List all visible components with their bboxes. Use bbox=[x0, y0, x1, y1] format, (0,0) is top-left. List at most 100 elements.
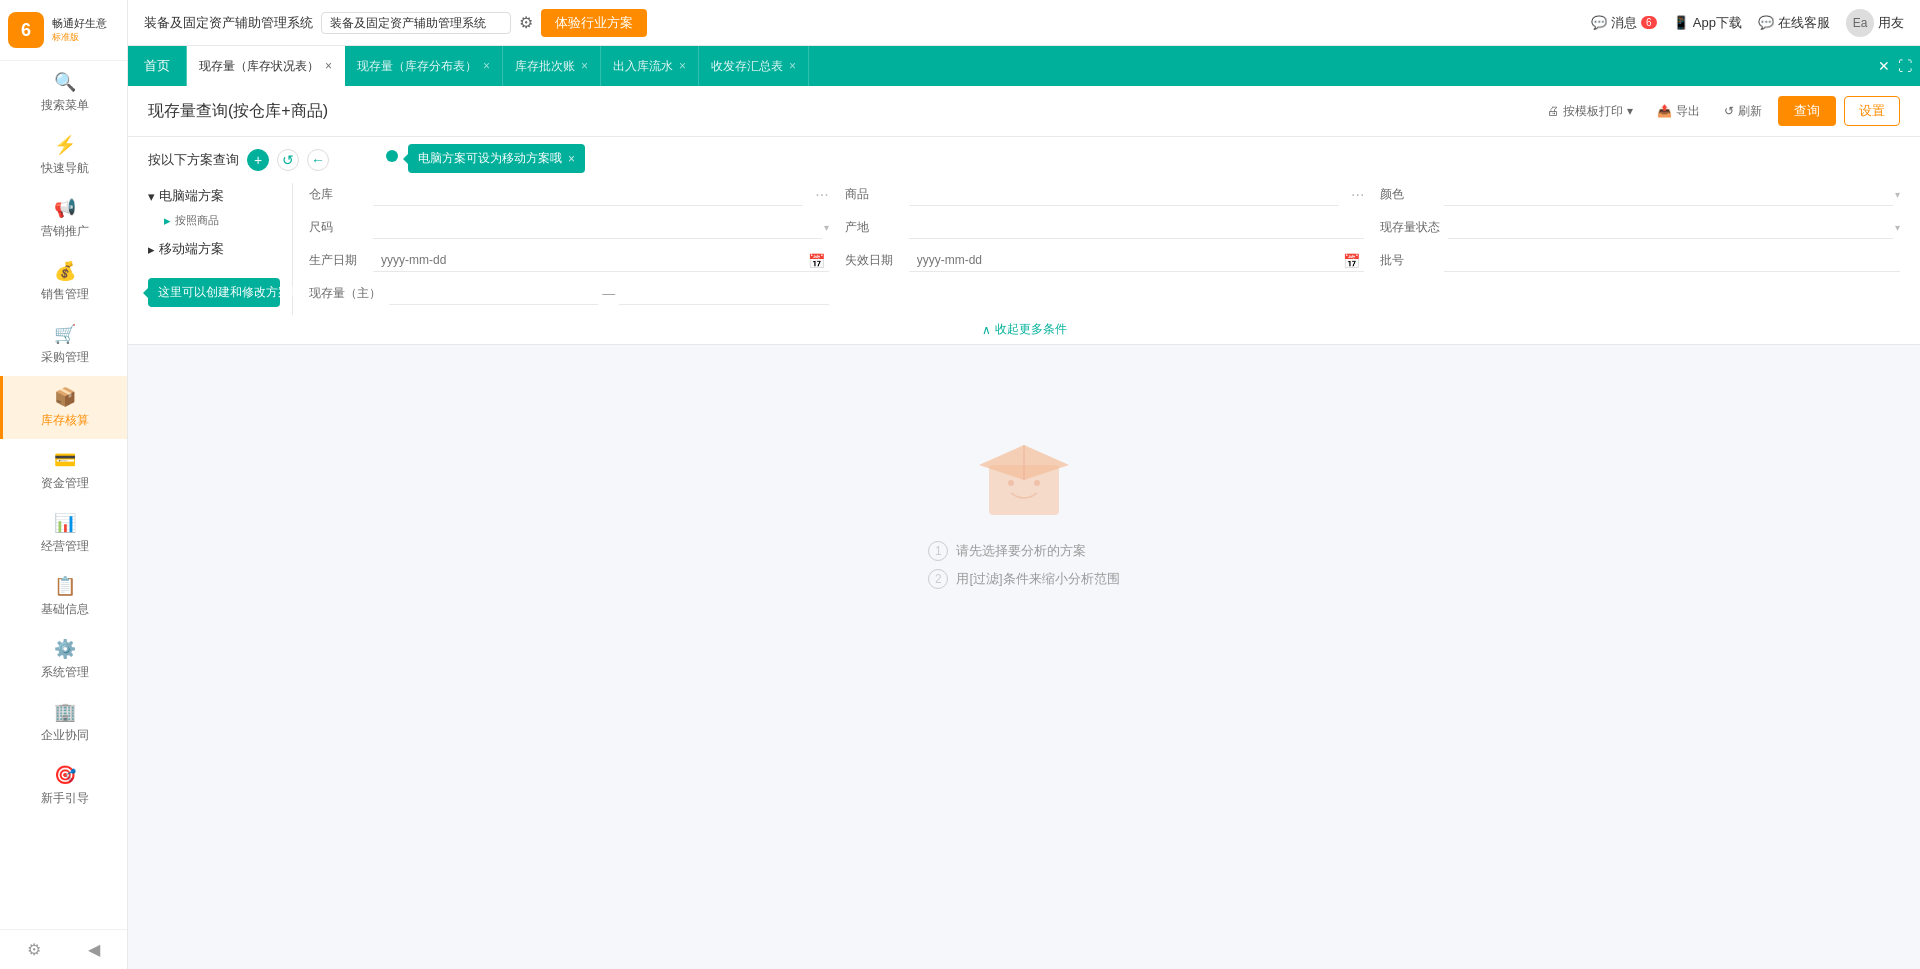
tooltip1-close[interactable]: × bbox=[568, 152, 575, 166]
system-title: 装备及固定资产辅助管理系统 bbox=[144, 14, 313, 32]
expire-date-input[interactable] bbox=[909, 249, 1365, 272]
tab-close-icon[interactable]: × bbox=[325, 59, 332, 73]
stock-qty-from[interactable] bbox=[389, 282, 598, 305]
phone-icon: 📱 bbox=[1673, 15, 1689, 30]
warehouse-input[interactable] bbox=[373, 183, 803, 206]
logo-badge: 标准版 bbox=[52, 31, 107, 44]
tab-close-icon[interactable]: × bbox=[789, 59, 796, 73]
stock-status-arrow[interactable]: ▾ bbox=[1895, 222, 1900, 233]
range-dash: — bbox=[602, 286, 615, 301]
app-download-action[interactable]: 📱 App下载 bbox=[1673, 14, 1742, 32]
tab-close-icon[interactable]: × bbox=[483, 59, 490, 73]
header-settings-icon[interactable]: ⚙ bbox=[519, 13, 533, 32]
tab-maximize-icon[interactable]: ⛶ bbox=[1898, 58, 1912, 74]
add-scheme-button[interactable]: + bbox=[247, 149, 269, 171]
goods-dots-icon[interactable]: ··· bbox=[1351, 186, 1364, 204]
produce-date-input[interactable] bbox=[373, 249, 829, 272]
warehouse-dots-icon[interactable]: ··· bbox=[815, 186, 828, 204]
tab-collect[interactable]: 收发存汇总表 × bbox=[699, 46, 809, 86]
finance-icon: 💳 bbox=[54, 449, 76, 471]
tooltip1-text: 电脑方案可设为移动方案哦 bbox=[418, 150, 562, 167]
tab-label: 收发存汇总表 bbox=[711, 58, 783, 75]
tab-inout[interactable]: 出入库流水 × bbox=[601, 46, 699, 86]
origin-input[interactable] bbox=[909, 216, 1365, 239]
sidebar-item-finance[interactable]: 💳 资金管理 bbox=[0, 439, 127, 502]
sidebar-item-system[interactable]: ⚙️ 系统管理 bbox=[0, 628, 127, 691]
sidebar-item-label: 企业协同 bbox=[41, 727, 89, 744]
desktop-scheme-node[interactable]: ▾ 电脑端方案 bbox=[148, 183, 280, 209]
sidebar-item-enterprise[interactable]: 🏢 企业协同 bbox=[0, 691, 127, 754]
tab-label: 现存量（库存状况表） bbox=[199, 58, 319, 75]
system-select[interactable]: 装备及固定资产辅助管理系统 bbox=[321, 12, 511, 34]
tab-close-icon[interactable]: × bbox=[679, 59, 686, 73]
field-stock-status: 现存量状态 ▾ bbox=[1380, 216, 1900, 239]
refresh-scheme-button[interactable]: ↺ bbox=[277, 149, 299, 171]
desktop-scheme-label: 电脑端方案 bbox=[159, 187, 224, 205]
goods-input[interactable] bbox=[909, 183, 1339, 206]
size-input[interactable] bbox=[373, 216, 822, 239]
sidebar-item-quicknav[interactable]: ⚡ 快速导航 bbox=[0, 124, 127, 187]
sidebar-item-search[interactable]: 🔍 搜索菜单 bbox=[0, 61, 127, 124]
refresh-label: 刷新 bbox=[1738, 103, 1762, 120]
tab-home-label: 首页 bbox=[144, 57, 170, 75]
logo-text: 畅通好生意 bbox=[52, 16, 107, 31]
tab-close-icon[interactable]: × bbox=[581, 59, 588, 73]
online-support-action[interactable]: 💬 在线客服 bbox=[1758, 14, 1830, 32]
color-dropdown-arrow[interactable]: ▾ bbox=[1895, 189, 1900, 200]
tooltip2-close[interactable]: × bbox=[308, 286, 315, 300]
sidebar-item-purchase[interactable]: 🛒 采购管理 bbox=[0, 313, 127, 376]
size-label: 尺码 bbox=[309, 219, 365, 236]
calendar-icon[interactable]: 📅 bbox=[808, 253, 825, 269]
notification-action[interactable]: 💬 消息 6 bbox=[1591, 14, 1657, 32]
stock-status-label: 现存量状态 bbox=[1380, 219, 1440, 236]
sidebar-item-inventory[interactable]: 📦 库存核算 bbox=[0, 376, 127, 439]
tooltip2-text: 这里可以创建和修改方案哦 bbox=[158, 284, 302, 301]
color-input[interactable] bbox=[1444, 183, 1893, 206]
sidebar-logo: 6 畅通好生意 标准版 bbox=[0, 0, 127, 61]
tab-home[interactable]: 首页 bbox=[128, 46, 187, 86]
refresh-action[interactable]: ↺ 刷新 bbox=[1716, 99, 1770, 124]
experience-button[interactable]: 体验行业方案 bbox=[541, 9, 647, 37]
stock-qty-to[interactable] bbox=[619, 282, 828, 305]
sidebar-item-marketing[interactable]: 📢 营销推广 bbox=[0, 187, 127, 250]
field-origin: 产地 bbox=[845, 216, 1365, 239]
sidebar-item-guide[interactable]: 🎯 新手引导 bbox=[0, 754, 127, 817]
export-action[interactable]: 📤 导出 bbox=[1649, 99, 1708, 124]
scheme-child-goods[interactable]: ▸ 按照商品 bbox=[164, 209, 280, 232]
settings-bottom-icon[interactable]: ⚙ bbox=[27, 940, 41, 959]
svg-point-3 bbox=[1008, 480, 1014, 486]
size-dropdown-arrow[interactable]: ▾ bbox=[824, 222, 829, 233]
basic-icon: 📋 bbox=[54, 575, 76, 597]
collapse-sidebar-icon[interactable]: ◀ bbox=[88, 940, 100, 959]
stock-status-input[interactable] bbox=[1448, 216, 1893, 239]
settings-button[interactable]: 设置 bbox=[1844, 96, 1900, 126]
prev-scheme-button[interactable]: ← bbox=[307, 149, 329, 171]
field-produce-date: 生产日期 📅 bbox=[309, 249, 829, 272]
collapse-up-icon: ∧ bbox=[982, 323, 991, 337]
tab-inventory-dist[interactable]: 现存量（库存分布表） × bbox=[345, 46, 503, 86]
page-header: 现存量查询(按仓库+商品) 🖨 按模板打印 ▾ 📤 导出 ↺ 刷新 查询 设置 bbox=[128, 86, 1920, 137]
top-header-right: 💬 消息 6 📱 App下载 💬 在线客服 Ea 用友 bbox=[1591, 9, 1904, 37]
tab-inventory-status[interactable]: 现存量（库存状况表） × bbox=[187, 46, 345, 86]
batch-no-input[interactable] bbox=[1444, 249, 1900, 272]
collapse-row[interactable]: ∧ 收起更多条件 bbox=[148, 315, 1900, 344]
sidebar-item-basic[interactable]: 📋 基础信息 bbox=[0, 565, 127, 628]
query-button[interactable]: 查询 bbox=[1778, 96, 1836, 126]
field-size: 尺码 ▾ bbox=[309, 216, 829, 239]
tab-batch[interactable]: 库存批次账 × bbox=[503, 46, 601, 86]
tooltip-create-scheme: 这里可以创建和修改方案哦 × bbox=[148, 278, 280, 307]
calendar2-icon[interactable]: 📅 bbox=[1343, 253, 1360, 269]
export-icon: 📤 bbox=[1657, 104, 1672, 118]
refresh-icon: ↺ bbox=[1724, 104, 1734, 118]
expand-icon: ▸ bbox=[148, 242, 155, 257]
print-action[interactable]: 🖨 按模板打印 ▾ bbox=[1539, 99, 1641, 124]
tab-close-all-icon[interactable]: ✕ bbox=[1878, 58, 1890, 74]
user-action[interactable]: Ea 用友 bbox=[1846, 9, 1904, 37]
tab-label: 库存批次账 bbox=[515, 58, 575, 75]
tab-label: 现存量（库存分布表） bbox=[357, 58, 477, 75]
empty-step-2: 2 用[过滤]条件来缩小分析范围 bbox=[928, 569, 1119, 589]
sidebar-item-sales[interactable]: 💰 销售管理 bbox=[0, 250, 127, 313]
mobile-scheme-node[interactable]: ▸ 移动端方案 bbox=[148, 236, 280, 262]
color-label: 颜色 bbox=[1380, 186, 1436, 203]
sidebar-item-operations[interactable]: 📊 经营管理 bbox=[0, 502, 127, 565]
